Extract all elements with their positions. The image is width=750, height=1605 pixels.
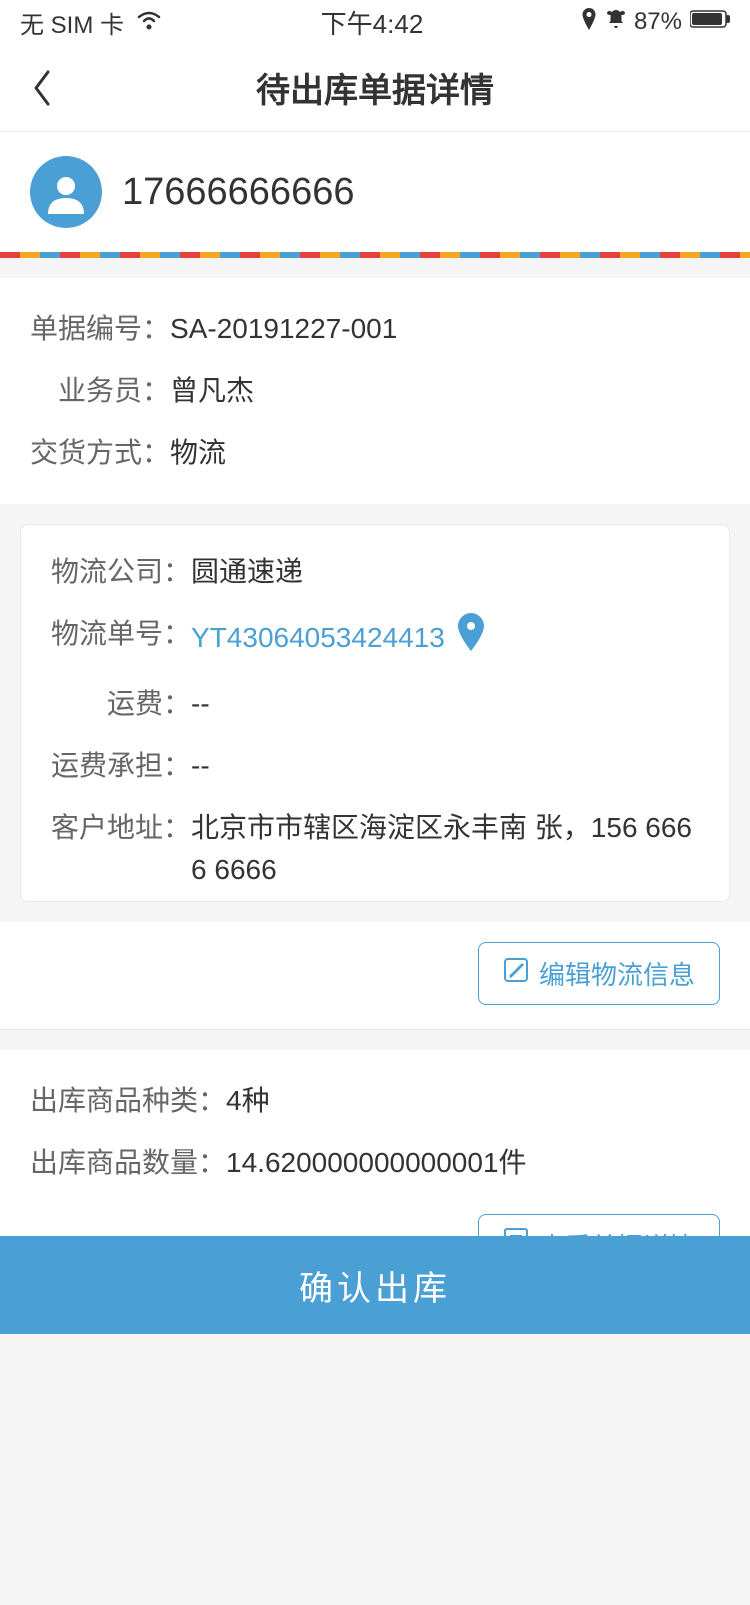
goods-type-label: 出库商品种类： (30, 1080, 226, 1122)
freight-bear-label: 运费承担： (51, 745, 191, 787)
freight-label: 运费： (51, 683, 191, 725)
salesman-row: 业务员： 曾凡杰 (30, 370, 720, 412)
battery-text: 87% (634, 8, 682, 36)
section-gap-1 (0, 258, 750, 278)
confirm-button-label: 确认出库 (299, 1261, 451, 1310)
goods-quantity-value: 14.620000000000001件 (226, 1142, 720, 1184)
customer-header: 17666666666 (0, 132, 750, 252)
freight-bear-row: 运费承担： -- (51, 745, 699, 787)
freight-row: 运费： -- (51, 683, 699, 725)
battery-icon (690, 8, 730, 36)
avatar (30, 156, 102, 228)
status-bar: 无 SIM 卡 下午4:42 (0, 0, 750, 44)
carrier-text: 无 SIM 卡 (20, 5, 124, 40)
location-status-icon (580, 8, 598, 37)
section-gap-2 (0, 1030, 750, 1050)
edit-btn-row: 编辑物流信息 (0, 922, 750, 1029)
salesman-label: 业务员： (30, 370, 170, 412)
tracking-no-label: 物流单号： (51, 613, 191, 655)
tracking-no-value[interactable]: YT43064053424413 (191, 613, 699, 663)
address-value: 北京市市辖区海淀区永丰南 张，156 6666 6666 (191, 807, 699, 891)
customer-phone: 17666666666 (122, 171, 354, 214)
status-time: 下午4:42 (321, 4, 424, 41)
goods-quantity-row: 出库商品数量： 14.620000000000001件 (30, 1142, 720, 1184)
order-no-label: 单据编号： (30, 308, 170, 350)
wifi-icon (134, 8, 164, 37)
order-no-row: 单据编号： SA-20191227-001 (30, 308, 720, 350)
alarm-icon (606, 8, 626, 37)
delivery-value: 物流 (170, 432, 720, 474)
tracking-no-row: 物流单号： YT43064053424413 (51, 613, 699, 663)
status-right: 87% (580, 8, 730, 37)
delivery-label: 交货方式： (30, 432, 170, 474)
freight-bear-value: -- (191, 745, 699, 787)
delivery-row: 交货方式： 物流 (30, 432, 720, 474)
dashed-divider (0, 252, 750, 258)
edit-icon (503, 957, 529, 990)
order-info-section: 单据编号： SA-20191227-001 业务员： 曾凡杰 交货方式： 物流 (0, 278, 750, 504)
bottom-spacer (0, 1307, 750, 1507)
location-pin-icon[interactable] (455, 613, 487, 663)
goods-type-row: 出库商品种类： 4种 (30, 1080, 720, 1122)
goods-quantity-label: 出库商品数量： (30, 1142, 226, 1184)
address-row: 客户地址： 北京市市辖区海淀区永丰南 张，156 6666 6666 (51, 807, 699, 891)
order-no-value: SA-20191227-001 (170, 308, 720, 350)
logistics-company-row: 物流公司： 圆通速递 (51, 551, 699, 593)
page-title: 待出库单据详情 (256, 63, 494, 112)
logistics-company-value: 圆通速递 (191, 551, 699, 593)
goods-type-value: 4种 (226, 1080, 720, 1122)
edit-logistics-label: 编辑物流信息 (539, 955, 695, 992)
logistics-card: 物流公司： 圆通速递 物流单号： YT43064053424413 运费： --… (20, 524, 730, 902)
address-label: 客户地址： (51, 807, 191, 849)
goods-section: 出库商品种类： 4种 出库商品数量： 14.620000000000001件 (0, 1050, 750, 1194)
freight-value: -- (191, 683, 699, 725)
status-left: 无 SIM 卡 (20, 5, 164, 40)
salesman-value: 曾凡杰 (170, 370, 720, 412)
nav-bar: 待出库单据详情 (0, 44, 750, 132)
confirm-bar[interactable]: 确认出库 (0, 1236, 750, 1334)
logistics-company-label: 物流公司： (51, 551, 191, 593)
edit-logistics-button[interactable]: 编辑物流信息 (478, 942, 720, 1005)
back-button[interactable] (30, 68, 54, 108)
